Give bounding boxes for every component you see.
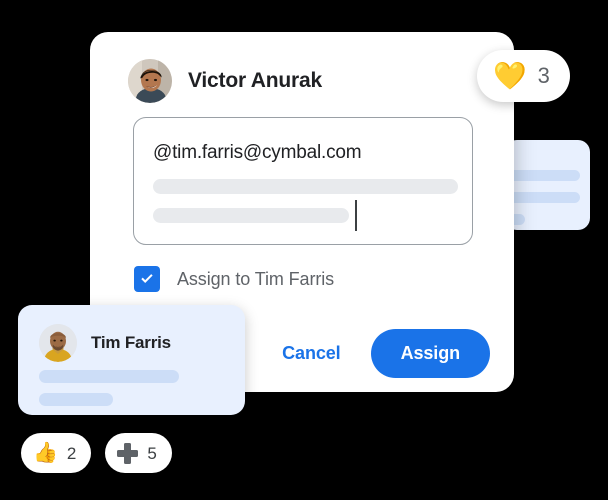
text-caret xyxy=(355,200,357,231)
tim-farris-card[interactable]: Tim Farris xyxy=(18,305,245,415)
skeleton-bar xyxy=(39,393,113,406)
thumbs-up-reaction-badge[interactable]: 👍 2 xyxy=(21,433,92,473)
skeleton-bar xyxy=(39,370,179,383)
comment-input-value: @tim.farris@cymbal.com xyxy=(153,142,362,163)
assign-checkbox[interactable] xyxy=(134,266,160,292)
reaction-badges: 👍 2 5 xyxy=(21,433,172,473)
skeleton-bar xyxy=(505,192,580,203)
screenshot-stage: Victor Anurak @tim.farris@cymbal.com Ass… xyxy=(0,0,608,500)
assign-checkbox-row[interactable]: Assign to Tim Farris xyxy=(134,266,334,292)
plus-icon xyxy=(117,442,139,464)
user-avatar-photo-icon xyxy=(39,324,77,362)
tim-farris-header: Tim Farris xyxy=(39,324,171,362)
heart-reaction-badge[interactable]: 💛 3 xyxy=(477,50,570,102)
add-reaction-count: 5 xyxy=(147,443,157,463)
user-avatar-photo-icon xyxy=(128,59,172,103)
thumbs-up-icon: 👍 xyxy=(33,442,58,464)
background-placeholder-card xyxy=(505,140,590,230)
heart-reaction-count: 3 xyxy=(537,63,550,88)
dialog-actions: Cancel Assign xyxy=(272,329,490,378)
skeleton-bar xyxy=(505,170,580,181)
user-name: Victor Anurak xyxy=(188,69,322,92)
assign-checkbox-label: Assign to Tim Farris xyxy=(177,268,335,289)
cancel-button[interactable]: Cancel xyxy=(272,335,350,372)
dialog-header: Victor Anurak xyxy=(128,59,322,103)
add-reaction-badge[interactable]: 5 xyxy=(105,433,172,473)
yellow-heart-icon: 💛 xyxy=(493,60,527,91)
checkmark-icon xyxy=(141,274,153,283)
comment-input[interactable]: @tim.farris@cymbal.com xyxy=(133,117,473,245)
assign-button[interactable]: Assign xyxy=(370,329,490,378)
skeleton-bar xyxy=(153,179,458,194)
tim-farris-name: Tim Farris xyxy=(91,333,171,352)
thumbs-up-reaction-count: 2 xyxy=(66,443,77,463)
skeleton-bar xyxy=(153,208,349,223)
